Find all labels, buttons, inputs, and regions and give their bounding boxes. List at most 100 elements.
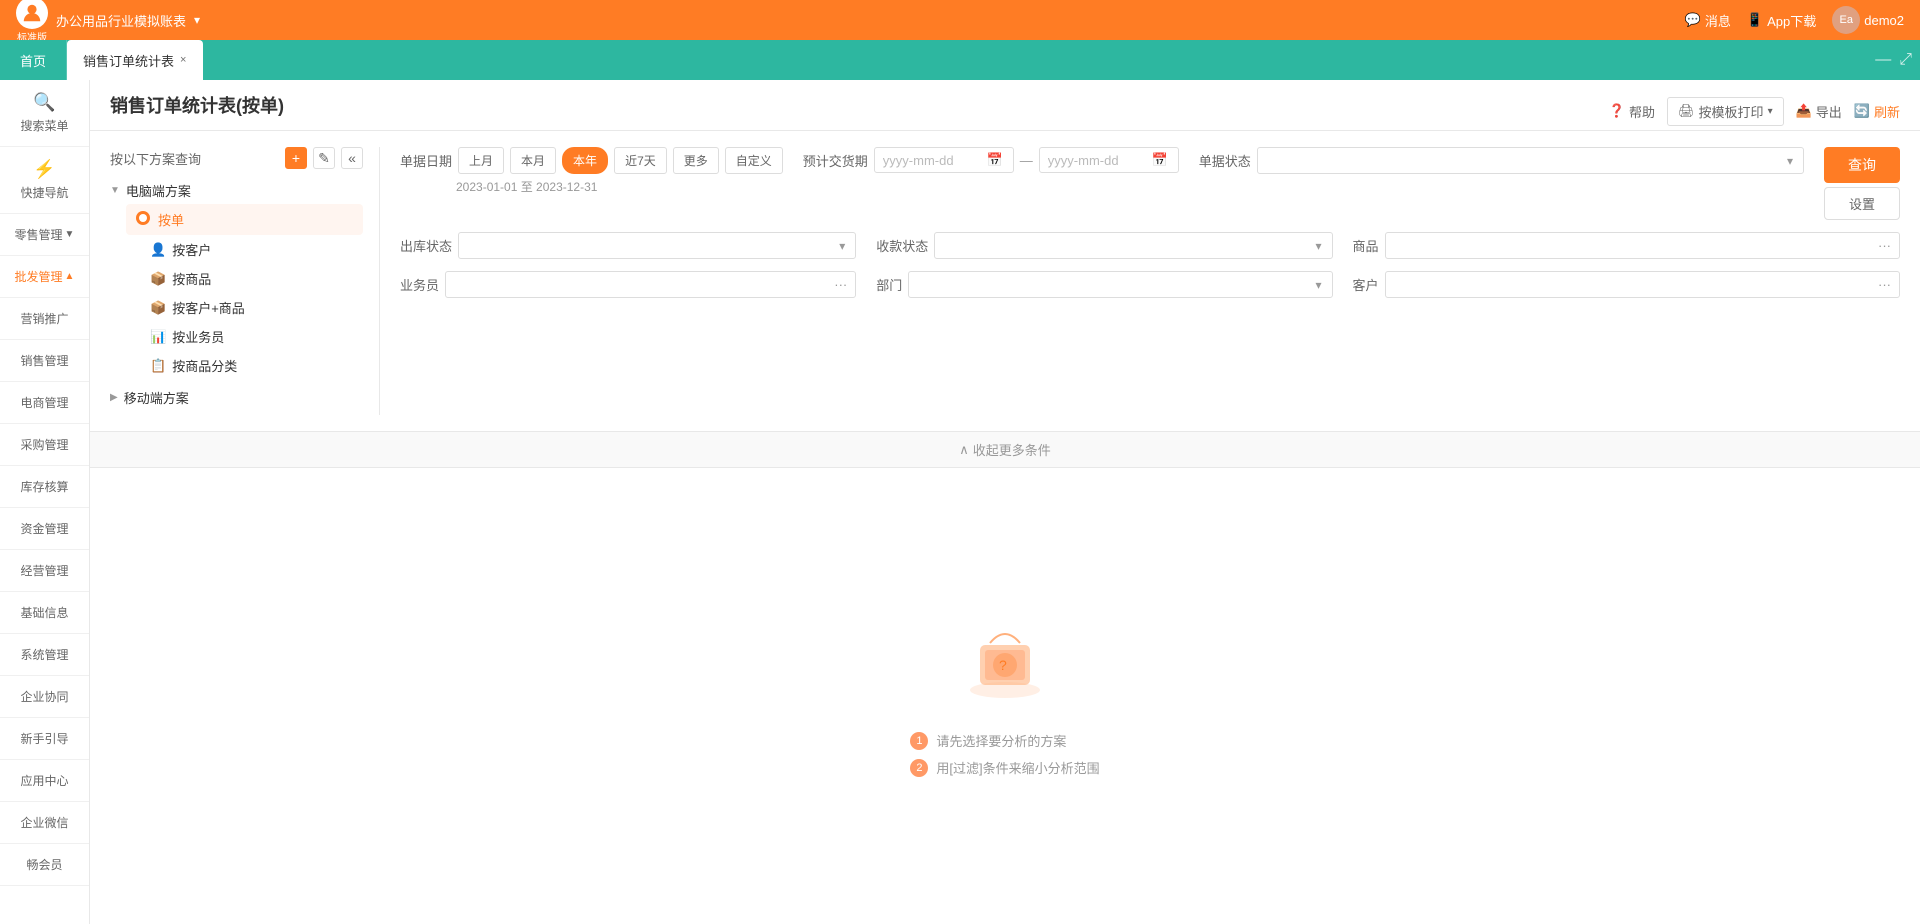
scheme-collapse-button[interactable]: «	[341, 147, 363, 169]
scheme-item-by-goods[interactable]: 📦 按商品	[126, 264, 363, 293]
tab-maximize-button[interactable]: ⤢	[1899, 51, 1912, 69]
scheme-group-desktop-label: 电脑端方案	[126, 181, 191, 200]
scheme-add-button[interactable]: +	[285, 147, 307, 169]
date-7days-btn[interactable]: 近7天	[614, 147, 667, 174]
sidebar-item-app-center[interactable]: 应用中心	[0, 760, 89, 802]
scheme-edit-button[interactable]: ✎	[313, 147, 335, 169]
search-icon: 🔍	[33, 92, 55, 113]
sidebar-item-basic-info[interactable]: 基础信息	[0, 592, 89, 634]
customer-dots-icon[interactable]: ···	[1878, 277, 1891, 292]
sidebar-item-purchase[interactable]: 采购管理	[0, 424, 89, 466]
department-select[interactable]	[908, 271, 1332, 298]
export-button[interactable]: 📤 导出	[1796, 102, 1842, 121]
goods-label: 商品	[1353, 236, 1379, 255]
sidebar-label-system: 系统管理	[20, 646, 68, 663]
date-this-month-btn[interactable]: 本月	[510, 147, 556, 174]
user-menu[interactable]: Ea demo2	[1832, 6, 1904, 34]
customer-select[interactable]: ···	[1385, 271, 1900, 298]
collapse-button[interactable]: ∧ 收起更多条件	[959, 440, 1051, 459]
sidebar-item-finance[interactable]: 资金管理	[0, 508, 89, 550]
collection-status-label: 收款状态	[876, 236, 928, 255]
ship-status-select[interactable]	[458, 232, 856, 259]
salesperson-dots-icon[interactable]: ···	[834, 277, 847, 292]
message-icon: 💬	[1685, 12, 1701, 28]
sidebar-item-operations[interactable]: 经营管理	[0, 550, 89, 592]
sidebar-label-marketing: 营销推广	[20, 310, 68, 327]
sidebar-item-sales[interactable]: 销售管理	[0, 340, 89, 382]
collection-status-select[interactable]	[934, 232, 1332, 259]
empty-state-hints: 1 请先选择要分析的方案 2 用[过滤]条件来缩小分析范围	[910, 731, 1099, 777]
print-button[interactable]: 🖨 按模板打印 ▾	[1667, 97, 1784, 126]
scheme-item-by-customer-goods[interactable]: 📦 按客户+商品	[126, 293, 363, 322]
scheme-group-mobile-header[interactable]: ▶ 移动端方案	[110, 384, 363, 411]
sidebar-label-sales: 销售管理	[20, 352, 68, 369]
sidebar-label-app-center: 应用中心	[20, 772, 68, 789]
tab-home[interactable]: 首页	[0, 40, 67, 80]
scheme-active-dot	[134, 209, 152, 230]
expected-date-to[interactable]: 📅	[1039, 147, 1179, 173]
customer-scheme-icon: 👤	[150, 242, 166, 258]
refresh-button[interactable]: 🔄 刷新	[1854, 102, 1900, 121]
wholesale-arrow-icon: ▲	[65, 271, 75, 282]
tab-bar-actions: — ⤢	[1875, 51, 1920, 69]
message-button[interactable]: 💬 消息	[1685, 11, 1731, 30]
app-dropdown-arrow[interactable]: ▾	[194, 13, 200, 27]
app-download-button[interactable]: 📱 App下载	[1747, 11, 1816, 30]
calendar-to-icon[interactable]: 📅	[1152, 152, 1168, 168]
scheme-item-by-category[interactable]: 📋 按商品分类	[126, 351, 363, 380]
sidebar-item-member[interactable]: 畅会员	[0, 844, 89, 886]
scheme-item-label: 按商品分类	[172, 356, 237, 375]
content-body: 按以下方案查询 + ✎ «	[90, 131, 1920, 924]
help-button[interactable]: ❓ 帮助	[1609, 102, 1655, 121]
goods-select[interactable]: ···	[1385, 232, 1900, 259]
tab-sales-order[interactable]: 销售订单统计表 ×	[67, 40, 203, 80]
date-last-month-btn[interactable]: 上月	[458, 147, 504, 174]
empty-hint-1: 1 请先选择要分析的方案	[910, 731, 1099, 750]
sidebar-item-search[interactable]: 🔍 搜索菜单	[0, 80, 89, 147]
sidebar-item-wholesale[interactable]: 批发管理 ▲	[0, 256, 89, 298]
filter-scheme-sidebar: 按以下方案查询 + ✎ «	[110, 147, 380, 415]
expected-date-from-input[interactable]	[883, 153, 983, 168]
expected-date-to-input[interactable]	[1048, 153, 1148, 168]
sidebar-label-basic-info: 基础信息	[20, 604, 68, 621]
tab-minimize-button[interactable]: —	[1875, 51, 1891, 69]
tab-close-button[interactable]: ×	[180, 54, 186, 66]
settings-button[interactable]: 设置	[1824, 187, 1900, 220]
sidebar-item-inventory[interactable]: 库存核算	[0, 466, 89, 508]
scheme-item-by-order[interactable]: 按单	[126, 204, 363, 235]
expected-date-from[interactable]: 📅	[874, 147, 1014, 173]
sidebar-label-finance: 资金管理	[20, 520, 68, 537]
expected-date-label: 预计交货期	[803, 151, 868, 170]
filter-scheme-area: 按以下方案查询 + ✎ «	[110, 147, 1900, 415]
date-this-year-btn[interactable]: 本年	[562, 147, 608, 174]
tab-home-label: 首页	[20, 51, 46, 70]
sidebar-item-wechat[interactable]: 企业微信	[0, 802, 89, 844]
goods-scheme-icon: 📦	[150, 271, 166, 287]
date-custom-btn[interactable]: 自定义	[725, 147, 783, 174]
scheme-title: 按以下方案查询	[110, 149, 201, 168]
user-name: demo2	[1864, 13, 1904, 28]
sidebar-item-quick-nav[interactable]: ⚡ 快捷导航	[0, 147, 89, 214]
goods-dots-icon[interactable]: ···	[1878, 238, 1891, 253]
doc-status-select[interactable]	[1257, 147, 1804, 174]
sidebar-item-ecommerce[interactable]: 电商管理	[0, 382, 89, 424]
mobile-group-expand-icon: ▶	[110, 392, 118, 403]
sidebar-item-enterprise[interactable]: 企业协同	[0, 676, 89, 718]
date-label: 单据日期	[400, 151, 452, 170]
scheme-item-label: 按商品	[172, 269, 211, 288]
scheme-item-by-customer[interactable]: 👤 按客户	[126, 235, 363, 264]
sidebar-item-system[interactable]: 系统管理	[0, 634, 89, 676]
doc-status-chevron	[1787, 153, 1793, 168]
top-bar-left: 标准版 办公用品行业模拟账表 ▾	[16, 0, 200, 44]
empty-hint-2: 2 用[过滤]条件来缩小分析范围	[910, 758, 1099, 777]
scheme-group-desktop-header[interactable]: ▼ 电脑端方案	[110, 177, 363, 204]
sidebar-item-marketing[interactable]: 营销推广	[0, 298, 89, 340]
scheme-item-by-salesperson[interactable]: 📊 按业务员	[126, 322, 363, 351]
sidebar-label-guide: 新手引导	[20, 730, 68, 747]
calendar-from-icon[interactable]: 📅	[987, 152, 1003, 168]
salesperson-select[interactable]: ···	[445, 271, 856, 298]
query-button[interactable]: 查询	[1824, 147, 1900, 183]
sidebar-item-retail[interactable]: 零售管理 ▼	[0, 214, 89, 256]
date-more-btn[interactable]: 更多	[673, 147, 719, 174]
sidebar-item-guide[interactable]: 新手引导	[0, 718, 89, 760]
